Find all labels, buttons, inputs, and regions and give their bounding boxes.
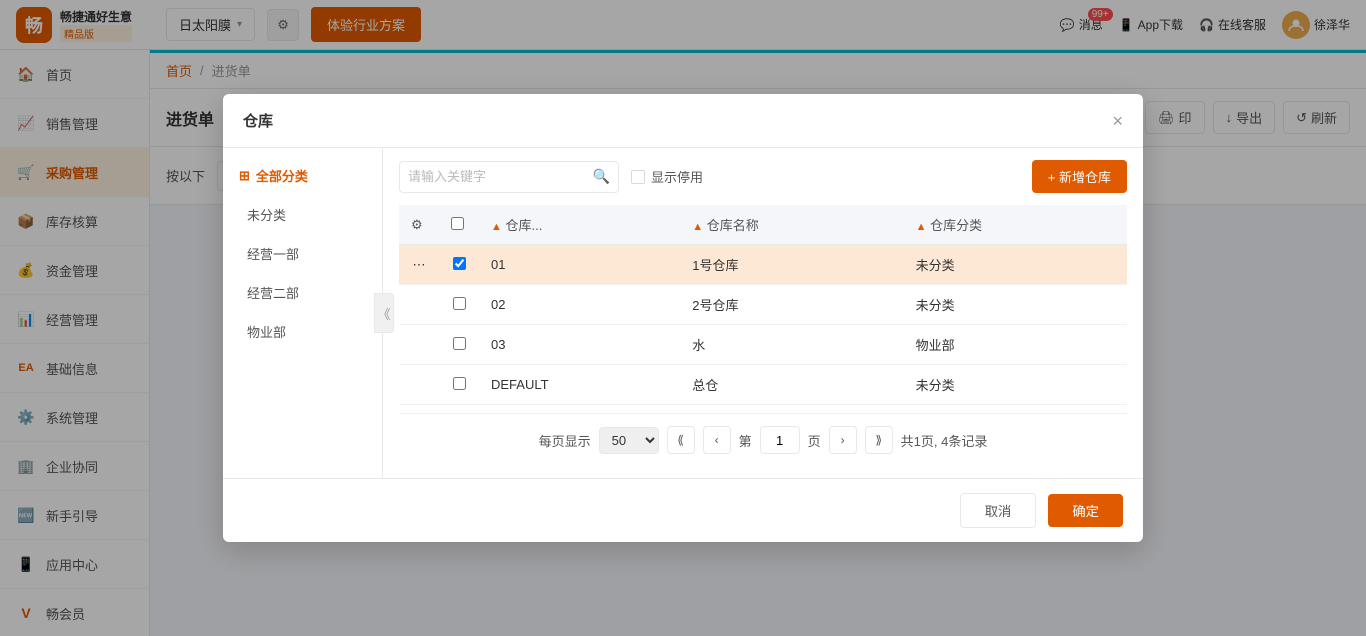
new-warehouse-button[interactable]: + 新增仓库 <box>1032 160 1127 193</box>
th-code: ▲ 仓库... <box>479 205 680 245</box>
total-info: 共1页, 4条记录 <box>901 431 988 450</box>
page-next-button[interactable]: › <box>829 426 857 454</box>
row-code: 03 <box>479 325 680 365</box>
row-gear[interactable] <box>399 365 439 405</box>
table-header-row: ⚙ ▲ 仓库... ▲ 仓库名称 <box>399 205 1127 245</box>
show-disabled-label: 显示停用 <box>651 167 703 186</box>
row-code: 01 <box>479 245 680 285</box>
table-body: ⋯ 01 1号仓库 未分类 02 2号仓库 未 <box>399 245 1127 405</box>
category-all-label: 全部分类 <box>256 166 308 185</box>
row-cb[interactable] <box>439 325 479 365</box>
row-category: 物业部 <box>904 325 1127 365</box>
th-settings: ⚙ <box>399 205 439 245</box>
show-disabled-checkbox[interactable] <box>631 170 645 184</box>
sort-icon: ▲ <box>916 221 927 233</box>
row-name: 水 <box>680 325 903 365</box>
table-row[interactable]: ⋯ 01 1号仓库 未分类 <box>399 245 1127 285</box>
row-name: 1号仓库 <box>680 245 903 285</box>
cat-item-1[interactable]: 经营一部 <box>223 234 382 273</box>
grid-icon: ⊞ <box>239 168 250 184</box>
sort-icon: ▲ <box>692 221 703 233</box>
confirm-button[interactable]: 确定 <box>1048 494 1123 527</box>
modal-body: ⊞ 全部分类 未分类 经营一部 经营二部 物业部 《 <box>223 148 1143 478</box>
modal-overlay[interactable]: 仓库 × ⊞ 全部分类 未分类 经营一部 经营二部 <box>0 0 1366 636</box>
sort-icon: ▲ <box>491 221 502 233</box>
table-container: ⚙ ▲ 仓库... ▲ 仓库名称 <box>399 205 1127 405</box>
table-head: ⚙ ▲ 仓库... ▲ 仓库名称 <box>399 205 1127 245</box>
row-gear[interactable] <box>399 285 439 325</box>
page-label: 第 <box>739 431 752 450</box>
per-page-label: 每页显示 <box>539 431 591 450</box>
page-first-button[interactable]: ⟪ <box>667 426 695 454</box>
pagination-bar: 每页显示 50 100 ⟪ ‹ 第 1 页 › ⟫ 共1页, 4条记录 <box>399 413 1127 466</box>
row-cb[interactable] <box>439 245 479 285</box>
select-all-checkbox[interactable] <box>451 217 464 230</box>
page-last-button[interactable]: ⟫ <box>865 426 893 454</box>
page-suffix: 页 <box>808 431 821 450</box>
table-toolbar: 🔍 显示停用 + 新增仓库 <box>399 160 1127 193</box>
search-icon[interactable]: 🔍 <box>593 168 610 185</box>
th-checkbox <box>439 205 479 245</box>
modal-title: 仓库 <box>243 110 273 131</box>
cat-item-0[interactable]: 未分类 <box>223 195 382 234</box>
th-name: ▲ 仓库名称 <box>680 205 903 245</box>
row-cb[interactable] <box>439 285 479 325</box>
modal-header: 仓库 × <box>223 94 1143 148</box>
per-page-select[interactable]: 50 100 <box>599 427 659 454</box>
row-name: 2号仓库 <box>680 285 903 325</box>
show-disabled-row: 显示停用 <box>631 167 703 186</box>
row-code: DEFAULT <box>479 365 680 405</box>
table-row[interactable]: 03 水 物业部 <box>399 325 1127 365</box>
cat-item-3[interactable]: 物业部 <box>223 312 382 351</box>
cat-item-2[interactable]: 经营二部 <box>223 273 382 312</box>
page-prev-button[interactable]: ‹ <box>703 426 731 454</box>
row-category: 未分类 <box>904 245 1127 285</box>
cancel-button[interactable]: 取消 <box>960 493 1037 528</box>
th-category: ▲ 仓库分类 <box>904 205 1127 245</box>
row-code: 02 <box>479 285 680 325</box>
warehouse-modal: 仓库 × ⊞ 全部分类 未分类 经营一部 经营二部 <box>223 94 1143 542</box>
search-input[interactable] <box>408 169 593 184</box>
category-all[interactable]: ⊞ 全部分类 <box>223 156 382 195</box>
table-row[interactable]: DEFAULT 总仓 未分类 <box>399 365 1127 405</box>
table-area: 🔍 显示停用 + 新增仓库 ⚙ <box>383 148 1143 478</box>
page-input[interactable]: 1 <box>760 426 800 454</box>
row-gear[interactable]: ⋯ <box>399 245 439 285</box>
row-cb[interactable] <box>439 365 479 405</box>
table-row[interactable]: 02 2号仓库 未分类 <box>399 285 1127 325</box>
modal-close-button[interactable]: × <box>1112 112 1123 130</box>
modal-footer: 取消 确定 <box>223 478 1143 542</box>
row-gear[interactable] <box>399 325 439 365</box>
search-box: 🔍 <box>399 161 619 193</box>
category-sidebar: ⊞ 全部分类 未分类 经营一部 经营二部 物业部 《 <box>223 148 383 478</box>
row-category: 未分类 <box>904 285 1127 325</box>
row-name: 总仓 <box>680 365 903 405</box>
row-category: 未分类 <box>904 365 1127 405</box>
warehouse-table: ⚙ ▲ 仓库... ▲ 仓库名称 <box>399 205 1127 405</box>
cat-collapse-button[interactable]: 《 <box>374 293 394 333</box>
